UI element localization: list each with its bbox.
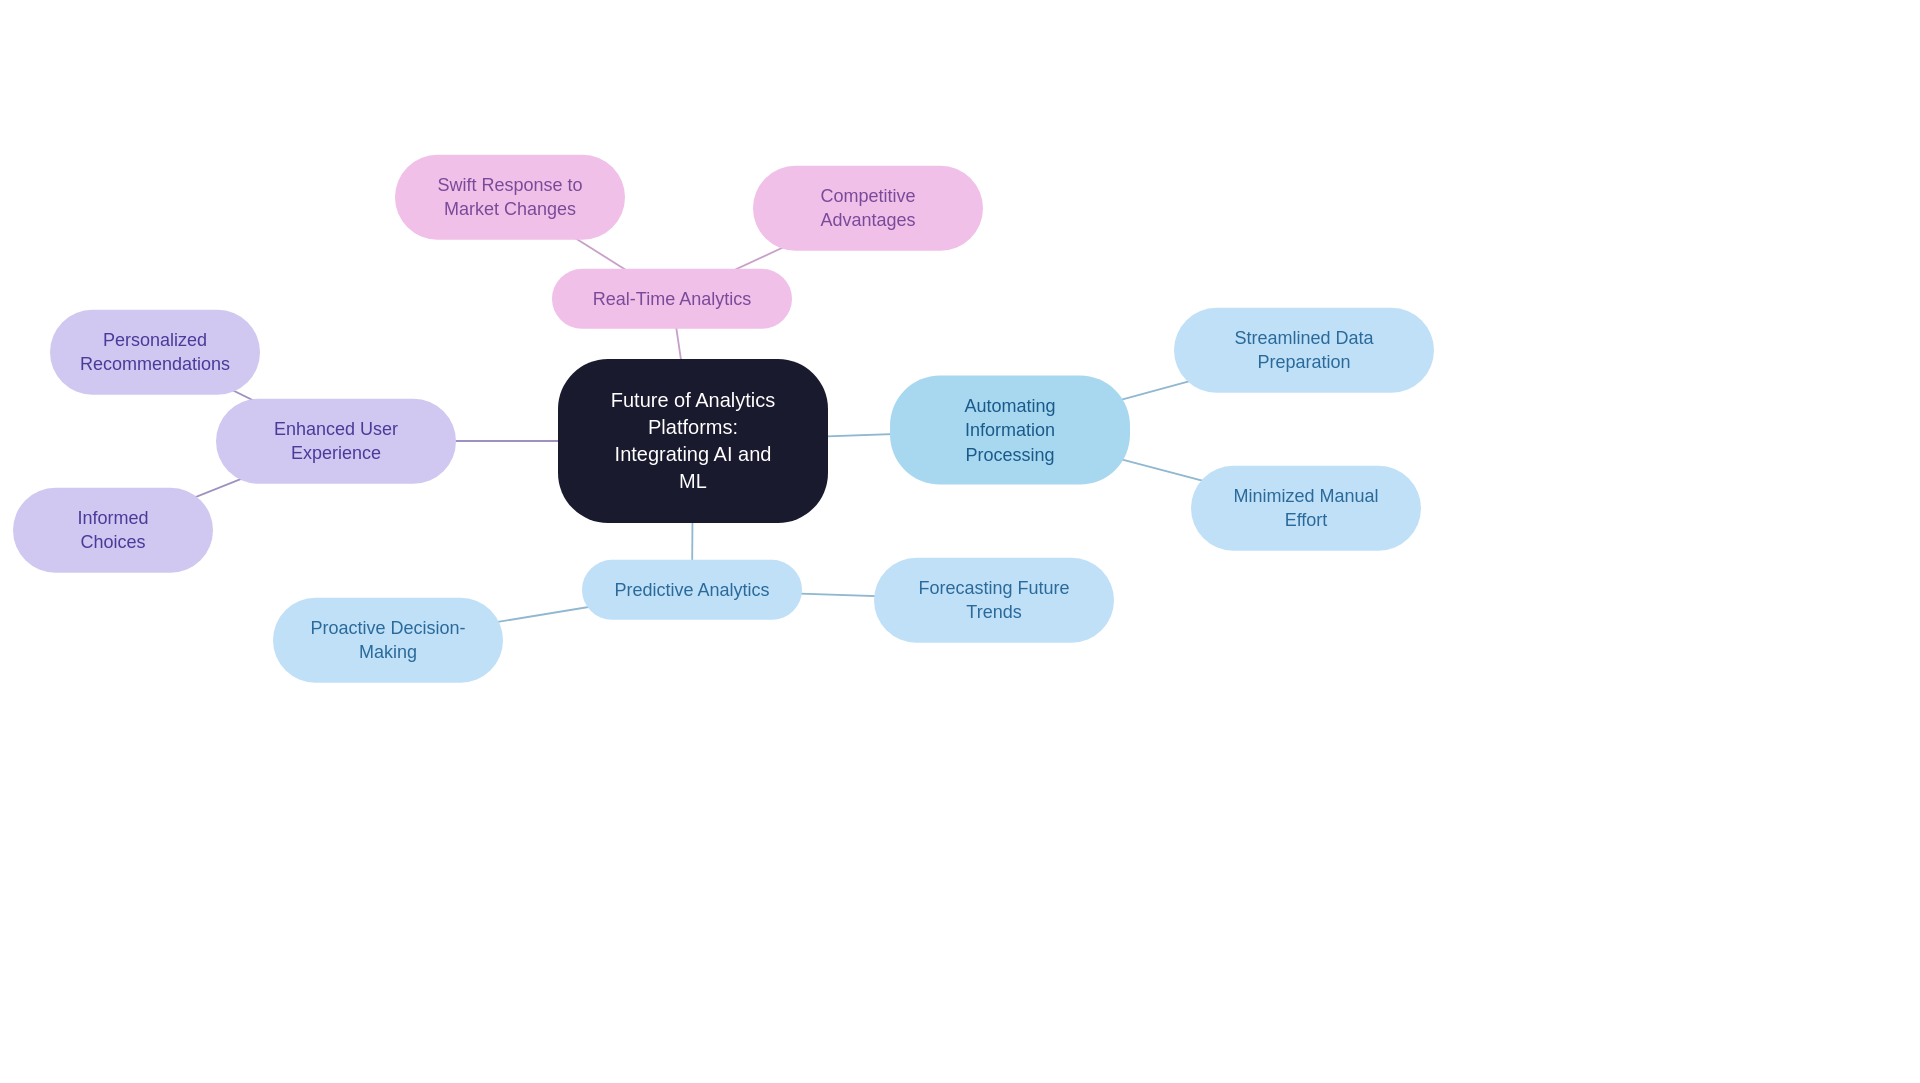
- personalized-node: Personalized Recommendations: [50, 310, 260, 395]
- forecasting-node: Forecasting Future Trends: [874, 558, 1114, 643]
- informed-node: Informed Choices: [13, 488, 213, 573]
- minimized-node: Minimized Manual Effort: [1191, 466, 1421, 551]
- center-node: Future of Analytics Platforms: Integrati…: [558, 359, 828, 523]
- swift-node: Swift Response to Market Changes: [395, 155, 625, 240]
- automating-node: Automating Information Processing: [890, 376, 1130, 485]
- realtime-node: Real-Time Analytics: [552, 269, 792, 329]
- enhanced-node: Enhanced User Experience: [216, 399, 456, 484]
- predictive-node: Predictive Analytics: [582, 560, 802, 620]
- competitive-node: Competitive Advantages: [753, 166, 983, 251]
- proactive-node: Proactive Decision-Making: [273, 598, 503, 683]
- streamlined-node: Streamlined Data Preparation: [1174, 308, 1434, 393]
